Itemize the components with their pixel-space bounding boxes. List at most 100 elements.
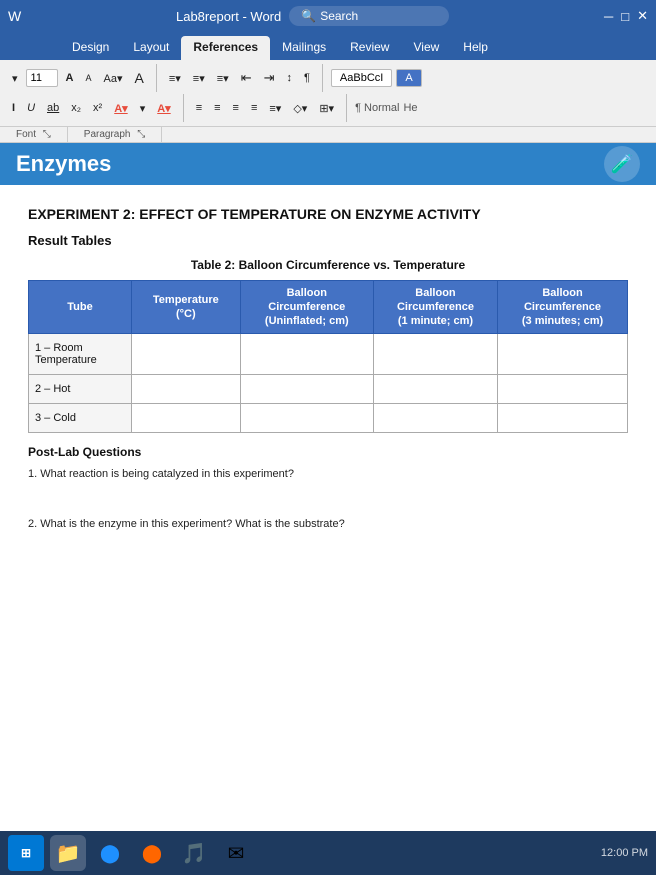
list-bullet-btn[interactable]: ≡▾ bbox=[165, 70, 185, 87]
browser-btn[interactable]: ⬤ bbox=[92, 835, 128, 871]
aa-btn[interactable]: Aa▾ bbox=[100, 70, 127, 87]
table-row: 2 – Hot bbox=[29, 375, 628, 404]
row2-uninflated[interactable] bbox=[240, 375, 373, 404]
font-size-input[interactable] bbox=[26, 69, 58, 87]
row2-one-min[interactable] bbox=[373, 375, 497, 404]
document-area: EXPERIMENT 2: EFFECT OF TEMPERATURE ON E… bbox=[0, 185, 656, 831]
col-three-min: BalloonCircumference(3 minutes; cm) bbox=[498, 280, 628, 334]
maximize-btn[interactable]: □ bbox=[621, 9, 629, 24]
post-lab-title: Post-Lab Questions bbox=[28, 445, 628, 459]
music-icon: 🎵 bbox=[182, 841, 207, 866]
table-header-row: Tube Temperature(°C) BalloonCircumferenc… bbox=[29, 280, 628, 334]
file-explorer-icon: 📁 bbox=[56, 841, 81, 866]
border-btn[interactable]: ⊞▾ bbox=[315, 100, 338, 117]
row3-temp[interactable] bbox=[132, 404, 241, 433]
line-spacing-btn[interactable]: ≡▾ bbox=[265, 100, 285, 117]
row3-one-min[interactable] bbox=[373, 404, 497, 433]
highlight-btn[interactable]: ▾ bbox=[136, 100, 150, 117]
ribbon-tabs: Design Layout References Mailings Review… bbox=[0, 32, 656, 60]
start-button[interactable]: ⊞ bbox=[8, 835, 44, 871]
multilevel-btn[interactable]: ≡▾ bbox=[213, 70, 233, 87]
underline-btn[interactable]: ab bbox=[43, 100, 63, 116]
align-center-btn[interactable]: ≡ bbox=[210, 100, 224, 116]
font-color2-btn[interactable]: A▾ bbox=[153, 100, 174, 117]
toolbar-row-2: I U ab x₂ x² A▾ ▾ A▾ ≡ ≡ ≡ ≡ ≡▾ ◇▾ ⊞▾ ¶ … bbox=[8, 94, 648, 122]
sep-3 bbox=[183, 94, 184, 122]
col-temperature: Temperature(°C) bbox=[132, 280, 241, 334]
shading-btn[interactable]: ◇▾ bbox=[289, 100, 311, 117]
doc-header-title: Enzymes bbox=[16, 151, 111, 177]
doc-header-icon: 🧪 bbox=[604, 146, 640, 182]
file-explorer-btn[interactable]: 📁 bbox=[50, 835, 86, 871]
show-para-btn[interactable]: ¶ bbox=[300, 70, 314, 86]
row2-tube: 2 – Hot bbox=[29, 375, 132, 404]
indent-decrease-btn[interactable]: ⇤ bbox=[237, 68, 256, 88]
tab-mailings[interactable]: Mailings bbox=[270, 36, 338, 60]
document-header-bar: Enzymes 🧪 bbox=[0, 143, 656, 185]
tab-design[interactable]: Design bbox=[60, 36, 121, 60]
superscript-btn[interactable]: x² bbox=[89, 100, 106, 116]
question-1: 1. What reaction is being catalyzed in t… bbox=[28, 467, 628, 482]
row1-uninflated[interactable] bbox=[240, 334, 373, 375]
result-tables-heading: Result Tables bbox=[28, 233, 628, 248]
toolbar-row-1: ▾ A A Aa▾ A ≡▾ ≡▾ ≡▾ ⇤ ⇥ ↕ ¶ AaBbCcI A bbox=[8, 64, 648, 92]
justify-btn[interactable]: ≡ bbox=[247, 100, 261, 116]
style-a-box[interactable]: A bbox=[396, 69, 421, 87]
table-row: 3 – Cold bbox=[29, 404, 628, 433]
font-group-expand[interactable]: ⤡ bbox=[43, 129, 51, 140]
row2-three-min[interactable] bbox=[498, 375, 628, 404]
paint-btn[interactable]: A bbox=[130, 68, 147, 88]
minimize-btn[interactable]: ─ bbox=[604, 9, 613, 24]
font-color-btn[interactable]: A▾ bbox=[110, 100, 131, 117]
col-one-min: BalloonCircumference(1 minute; cm) bbox=[373, 280, 497, 334]
search-icon: 🔍 bbox=[301, 9, 316, 23]
sort-btn[interactable]: ↕ bbox=[283, 70, 297, 86]
row2-temp[interactable] bbox=[132, 375, 241, 404]
row1-three-min[interactable] bbox=[498, 334, 628, 375]
indent-increase-btn[interactable]: ⇥ bbox=[260, 68, 279, 88]
close-btn[interactable]: ✕ bbox=[637, 8, 648, 24]
search-box[interactable]: 🔍 Search bbox=[289, 6, 449, 26]
window-controls: ─ □ ✕ bbox=[604, 8, 648, 24]
mail-btn[interactable]: ✉ bbox=[218, 835, 254, 871]
col-uninflated: BalloonCircumference(Uninflated; cm) bbox=[240, 280, 373, 334]
strikethrough-btn[interactable]: x₂ bbox=[67, 100, 85, 116]
table-caption: Table 2: Balloon Circumference vs. Tempe… bbox=[28, 258, 628, 272]
tab-help[interactable]: Help bbox=[451, 36, 500, 60]
sep-2 bbox=[322, 64, 323, 92]
tab-review[interactable]: Review bbox=[338, 36, 401, 60]
row3-three-min[interactable] bbox=[498, 404, 628, 433]
word-icon: W bbox=[8, 8, 21, 24]
clock-time: 12:00 PM bbox=[601, 847, 648, 859]
row1-temp[interactable] bbox=[132, 334, 241, 375]
paragraph-group-expand[interactable]: ⤡ bbox=[137, 129, 145, 140]
tab-references[interactable]: References bbox=[181, 36, 270, 60]
title-bar-left: W bbox=[8, 8, 21, 24]
taskbar-app1[interactable]: ⬤ bbox=[134, 835, 170, 871]
row3-uninflated[interactable] bbox=[240, 404, 373, 433]
browser-icon: ⬤ bbox=[100, 843, 120, 864]
app1-icon: ⬤ bbox=[142, 843, 162, 864]
font-group-label: Font ⤡ bbox=[0, 127, 68, 142]
balloon-table: Tube Temperature(°C) BalloonCircumferenc… bbox=[28, 280, 628, 434]
bold-btn[interactable]: I bbox=[8, 100, 19, 116]
music-btn[interactable]: 🎵 bbox=[176, 835, 212, 871]
style-normal-box[interactable]: AaBbCcI bbox=[331, 69, 392, 87]
tab-layout[interactable]: Layout bbox=[121, 36, 181, 60]
align-left-btn[interactable]: ≡ bbox=[192, 100, 206, 116]
align-right-btn[interactable]: ≡ bbox=[229, 100, 243, 116]
list-num-btn[interactable]: ≡▾ bbox=[189, 70, 209, 87]
row1-one-min[interactable] bbox=[373, 334, 497, 375]
table-row: 1 – RoomTemperature bbox=[29, 334, 628, 375]
italic-btn[interactable]: U bbox=[23, 100, 39, 116]
font-grow-btn[interactable]: A bbox=[62, 70, 78, 86]
sep-4 bbox=[346, 94, 347, 122]
question-2: 2. What is the enzyme in this experiment… bbox=[28, 517, 628, 532]
ribbon-toolbar: ▾ A A Aa▾ A ≡▾ ≡▾ ≡▾ ⇤ ⇥ ↕ ¶ AaBbCcI A I… bbox=[0, 60, 656, 127]
taskbar: ⊞ 📁 ⬤ ⬤ 🎵 ✉ 12:00 PM bbox=[0, 831, 656, 875]
font-shrink-btn[interactable]: A bbox=[81, 71, 95, 85]
tab-view[interactable]: View bbox=[401, 36, 451, 60]
font-dropdown-arrow[interactable]: ▾ bbox=[8, 70, 22, 87]
start-icon: ⊞ bbox=[21, 846, 31, 860]
mail-icon: ✉ bbox=[228, 841, 245, 866]
